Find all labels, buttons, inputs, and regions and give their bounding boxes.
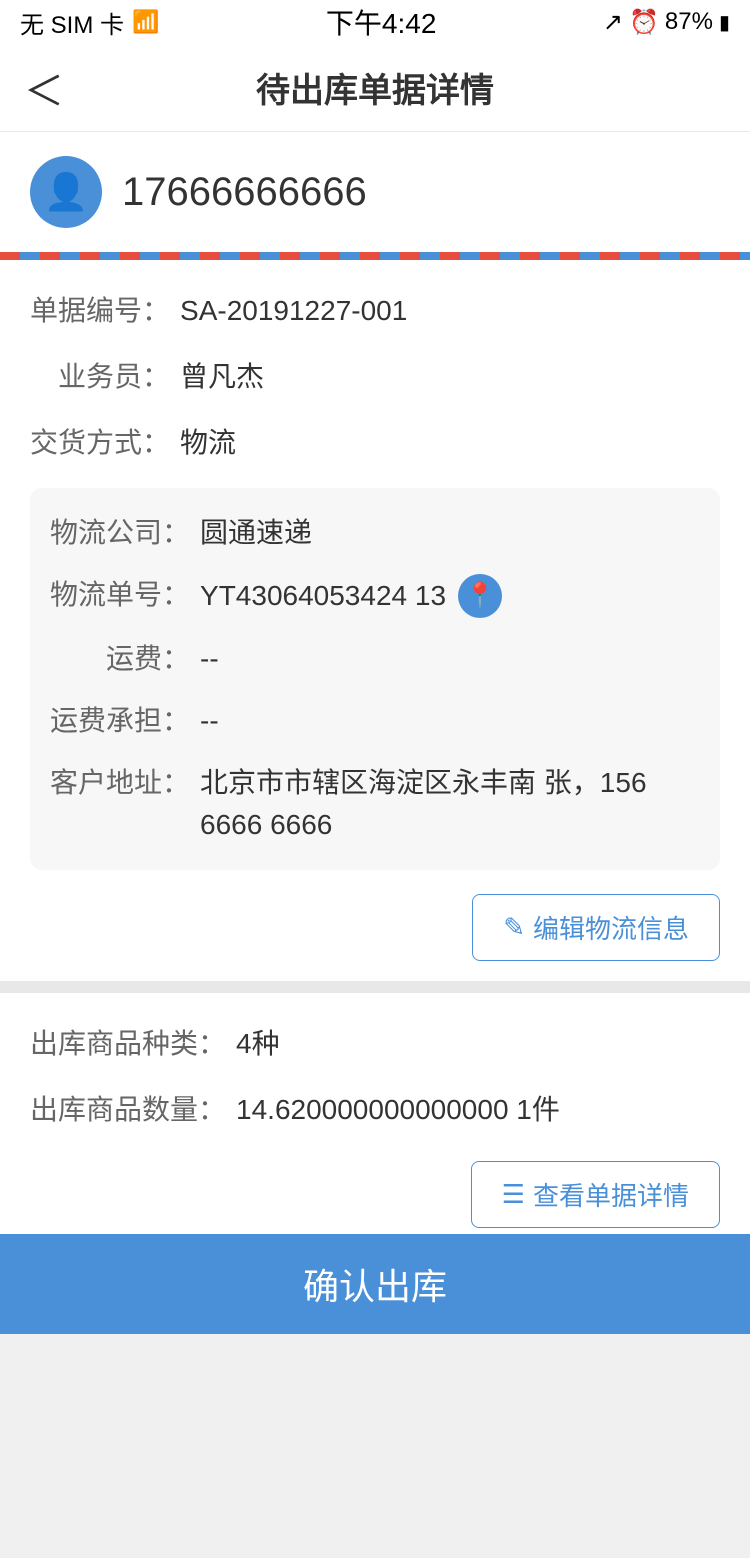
goods-types-value: 4种 — [236, 1023, 720, 1065]
sales-person-value: 曾凡杰 — [180, 356, 720, 398]
delivery-method-row: 交货方式： 物流 — [30, 422, 720, 464]
battery-icon: ▮ — [719, 10, 730, 35]
tracking-location-icon[interactable]: 📍 — [458, 574, 502, 618]
nav-bar: ＜ 待出库单据详情 — [0, 44, 750, 132]
order-no-value: SA-20191227-001 — [180, 290, 720, 332]
address-label: 客户地址： — [50, 762, 200, 804]
logistics-card: 物流公司： 圆通速递 物流单号： YT43064053424 13 📍 运费： … — [30, 488, 720, 870]
edit-icon: ✎ — [503, 912, 525, 943]
view-detail-button[interactable]: ☰ 查看单据详情 — [471, 1161, 720, 1228]
status-time: 下午4:42 — [326, 2, 437, 42]
freight-value: -- — [200, 638, 700, 680]
freight-bearer-value: -- — [200, 700, 700, 742]
edit-logistics-container: ✎ 编辑物流信息 — [30, 894, 720, 961]
address-value: 北京市市辖区海淀区永丰南 张，156 6666 6666 — [200, 762, 700, 846]
avatar: 👤 — [30, 156, 102, 228]
tracking-no-container: YT43064053424 13 📍 — [200, 574, 700, 618]
order-no-row: 单据编号： SA-20191227-001 — [30, 290, 720, 332]
address-row: 客户地址： 北京市市辖区海淀区永丰南 张，156 6666 6666 — [50, 762, 700, 846]
dashed-divider — [0, 252, 750, 260]
wifi-icon: 📶 — [132, 9, 159, 35]
detail-icon: ☰ — [502, 1179, 525, 1210]
delivery-method-value: 物流 — [180, 422, 720, 464]
tracking-no-value: YT43064053424 13 — [200, 575, 446, 617]
page-title: 待出库单据详情 — [256, 63, 494, 112]
goods-types-label: 出库商品种类： — [30, 1023, 236, 1065]
freight-bearer-label: 运费承担： — [50, 700, 200, 742]
alarm-icon: ⏰ — [629, 8, 659, 37]
sales-person-row: 业务员： 曾凡杰 — [30, 356, 720, 398]
status-bar: 无 SIM 卡 📶 下午4:42 ↗ ⏰ 87% ▮ — [0, 0, 750, 44]
status-right: ↗ ⏰ 87% ▮ — [603, 8, 730, 37]
tracking-no-label: 物流单号： — [50, 574, 200, 616]
customer-phone: 17666666666 — [122, 170, 367, 215]
goods-quantity-row: 出库商品数量： 14.620000000000000 1件 — [30, 1089, 720, 1131]
goods-quantity-value: 14.620000000000000 1件 — [236, 1089, 720, 1131]
order-info-section: 单据编号： SA-20191227-001 业务员： 曾凡杰 交货方式： 物流 … — [0, 260, 750, 981]
freight-bearer-row: 运费承担： -- — [50, 700, 700, 742]
location-status-icon: ↗ — [603, 8, 623, 37]
view-detail-container: ☰ 查看单据详情 — [30, 1161, 720, 1228]
edit-logistics-label: 编辑物流信息 — [533, 909, 689, 946]
customer-header: 👤 17666666666 — [0, 132, 750, 252]
avatar-icon: 👤 — [44, 171, 89, 213]
goods-quantity-label: 出库商品数量： — [30, 1089, 236, 1131]
sales-person-label: 业务员： — [30, 356, 180, 398]
freight-row: 运费： -- — [50, 638, 700, 680]
logistics-company-label: 物流公司： — [50, 512, 200, 554]
goods-section: 出库商品种类： 4种 出库商品数量： 14.620000000000000 1件… — [0, 993, 750, 1258]
view-detail-label: 查看单据详情 — [533, 1176, 689, 1213]
logistics-company-row: 物流公司： 圆通速递 — [50, 512, 700, 554]
confirm-bar[interactable]: 确认出库 — [0, 1234, 750, 1334]
freight-label: 运费： — [50, 638, 200, 680]
logistics-company-value: 圆通速递 — [200, 512, 700, 554]
carrier-text: 无 SIM 卡 — [20, 5, 124, 40]
back-button[interactable]: ＜ — [24, 59, 64, 117]
battery-text: 87% — [665, 8, 713, 36]
goods-types-row: 出库商品种类： 4种 — [30, 1023, 720, 1065]
delivery-method-label: 交货方式： — [30, 422, 180, 464]
order-no-label: 单据编号： — [30, 290, 180, 332]
edit-logistics-button[interactable]: ✎ 编辑物流信息 — [472, 894, 720, 961]
status-left: 无 SIM 卡 📶 — [20, 5, 159, 40]
tracking-no-row: 物流单号： YT43064053424 13 📍 — [50, 574, 700, 618]
section-divider — [0, 981, 750, 993]
confirm-button-text: 确认出库 — [303, 1258, 447, 1310]
main-content: 👤 17666666666 单据编号： SA-20191227-001 业务员：… — [0, 132, 750, 1558]
